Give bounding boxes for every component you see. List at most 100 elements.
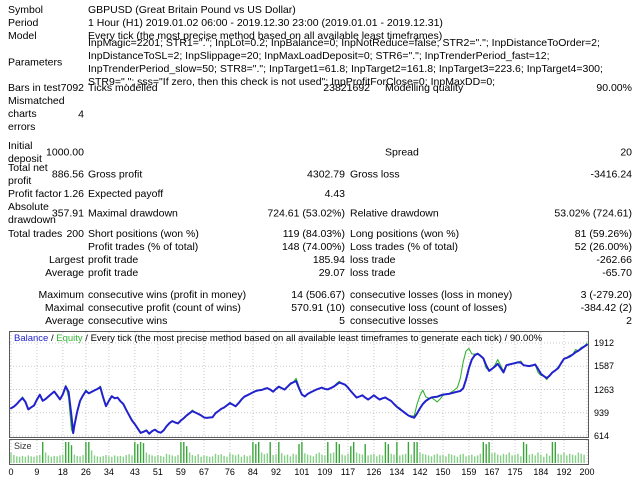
report-cell-c6: -65.70 <box>602 267 632 279</box>
x-axis-label: 134 <box>389 467 405 477</box>
report-cell-c2: 1.26 <box>63 188 84 200</box>
x-axis-label: 109 <box>317 467 333 477</box>
legend-balance-label: Balance <box>14 333 49 344</box>
x-axis-label: 9 <box>34 467 40 477</box>
x-axis-label: 142 <box>412 467 428 477</box>
report-cell-c6: 52 (26.00%) <box>574 241 632 253</box>
report-cell-c2: 886.56 <box>51 168 84 181</box>
report-cell-c5: Loss trades (% of total) <box>350 241 458 253</box>
report-section: Total net profit 886.56 Gross profit 4302.7… <box>0 162 640 227</box>
report-section: Maximum consecutive wins (profit in money… <box>0 289 640 328</box>
report-row: Maximum consecutive wins (profit in money… <box>0 289 640 302</box>
x-axis-label: 26 <box>80 467 91 477</box>
report-cell-c6: -384.42 (2) <box>580 302 632 314</box>
balance-chart: Balance / Equity / Every tick (the most … <box>0 331 640 480</box>
x-axis-label: 150 <box>435 467 451 477</box>
report-cell-c4: 148 (74.00%) <box>281 241 345 253</box>
report-row: Period 1 Hour (H1) 2019.01.02 06:00 - 201… <box>0 17 640 30</box>
report-cell-c3: InpMagic=2201; STR1="."; InpLot=0.2; Inp… <box>88 36 603 88</box>
report-cell-c5: loss trade <box>350 267 396 279</box>
report-cell-c6: 53.02% (724.61) <box>554 207 632 220</box>
report-row: Maximal consecutive profit (count of wins… <box>0 302 640 315</box>
report-cell-c4: 570.91 (10) <box>291 302 345 314</box>
report-cell-c2: Maximal <box>44 302 84 314</box>
x-axis-label: 117 <box>340 467 356 477</box>
lot-size-bars-plot <box>10 440 588 464</box>
report-cell-c4: 29.07 <box>318 267 345 279</box>
y-axis-label: 1912 <box>594 338 615 348</box>
report-cell-c4: 4.43 <box>324 188 345 200</box>
x-axis-label: 175 <box>507 467 523 477</box>
report-cell-c5: Relative drawdown <box>350 207 439 220</box>
report-cell-c6: 81 (59.26%) <box>574 228 632 240</box>
report-cell-c6: 3 (-279.20) <box>580 289 632 301</box>
y-axis-label: 614 <box>594 431 610 441</box>
report-cell-c3: Gross profit <box>88 168 143 181</box>
report-cell-c5: Spread <box>385 146 419 159</box>
report-cell-c2: Maximum <box>38 289 84 301</box>
report-cell-c4: 4302.79 <box>307 168 345 181</box>
report-row: Profit trades (% of total) 148 (74.00%) Lo… <box>0 241 640 254</box>
report-row: Largest profit trade 185.94 loss trade -262.… <box>0 254 640 267</box>
report-cell-c2: 200 <box>66 228 84 240</box>
report-cell-c4: 185.94 <box>312 254 345 266</box>
y-axis-label: 1263 <box>594 384 615 395</box>
report-section: Symbol GBPUSD (Great Britain Pound vs US … <box>0 4 640 134</box>
report-cell-c6: 90.00% <box>596 82 632 94</box>
report-row: Total trades 200 Short positions (won %) 11… <box>0 228 640 241</box>
x-axis-label: 192 <box>556 467 572 477</box>
x-axis-label: 34 <box>103 467 114 477</box>
y-axis-label: 939 <box>594 407 610 418</box>
report-cell-c6: -3416.24 <box>590 168 632 181</box>
report-cell-c1: Period <box>8 17 39 29</box>
size-panel: Size <box>9 439 589 465</box>
report-cell-c6: -262.66 <box>596 254 632 266</box>
report-cell-c6: 20 <box>620 146 632 159</box>
report-cell-c5: Gross loss <box>350 168 400 181</box>
report-cell-c2: 4 <box>78 108 84 120</box>
report-cell-c2: 7092 <box>60 82 84 94</box>
x-axis-label: 18 <box>57 467 68 477</box>
report-cell-c2: 1000.00 <box>46 146 84 159</box>
legend-model-text: Every tick (the most precise method base… <box>90 333 543 344</box>
x-axis-label: 200 <box>579 467 595 477</box>
report-cell-c4: 14 (506.67) <box>291 289 345 301</box>
report-cell-c3: profit trade <box>88 254 139 266</box>
chart-legend: Balance / Equity / Every tick (the most … <box>14 333 542 344</box>
report-cell-c5: consecutive losses <box>350 315 439 327</box>
report-section: Total trades 200 Short positions (won %) 11… <box>0 228 640 280</box>
legend-equity-label: Equity <box>56 333 83 344</box>
balance-equity-plot <box>10 332 588 437</box>
report-row: Parameters InpMagic=2201; STR1="."; InpLo… <box>0 37 640 88</box>
x-axis-label: 159 <box>461 467 477 477</box>
report-cell-c4: 23821692 <box>323 82 370 94</box>
report-cell-c4: 5 <box>339 315 345 327</box>
size-label: Size <box>14 441 32 451</box>
x-axis-label: 101 <box>294 467 310 477</box>
x-axis-label: 92 <box>270 467 281 477</box>
report-cell-c4: 724.61 (53.02%) <box>267 207 345 220</box>
x-axis-label: 84 <box>247 467 258 477</box>
report-cell-c2: 357.91 <box>51 207 84 220</box>
report-cell-c5: loss trade <box>350 254 396 266</box>
report-cell-c2: Average <box>45 267 84 279</box>
chart-main-panel: Balance / Equity / Every tick (the most … <box>9 331 589 438</box>
report-cell-c3: GBPUSD (Great Britain Pound vs US Dollar… <box>88 4 296 16</box>
x-axis-label: 67 <box>198 467 209 477</box>
x-axis-label: 126 <box>366 467 382 477</box>
x-axis-label: 76 <box>224 467 235 477</box>
strategy-tester-report: Symbol GBPUSD (Great Britain Pound vs US … <box>0 0 640 480</box>
report-cell-c4: 119 (84.03%) <box>282 228 345 240</box>
report-cell-c2: Largest <box>48 254 84 266</box>
x-axis-label: 0 <box>8 467 14 477</box>
report-row: Average profit trade 29.07 loss trade -65.70 <box>0 267 640 280</box>
report-row: Average consecutive wins 5 consecutive loss… <box>0 315 640 328</box>
x-axis-label: 184 <box>533 467 549 477</box>
report-cell-c6: 2 <box>626 315 632 327</box>
report-row: Symbol GBPUSD (Great Britain Pound vs US … <box>0 4 640 17</box>
x-axis-label: 51 <box>152 467 163 477</box>
report-cell-c1: Symbol <box>8 4 44 16</box>
legend-separator: / <box>82 333 91 344</box>
x-axis-label: 167 <box>484 467 500 477</box>
x-axis-label: 43 <box>129 467 140 477</box>
